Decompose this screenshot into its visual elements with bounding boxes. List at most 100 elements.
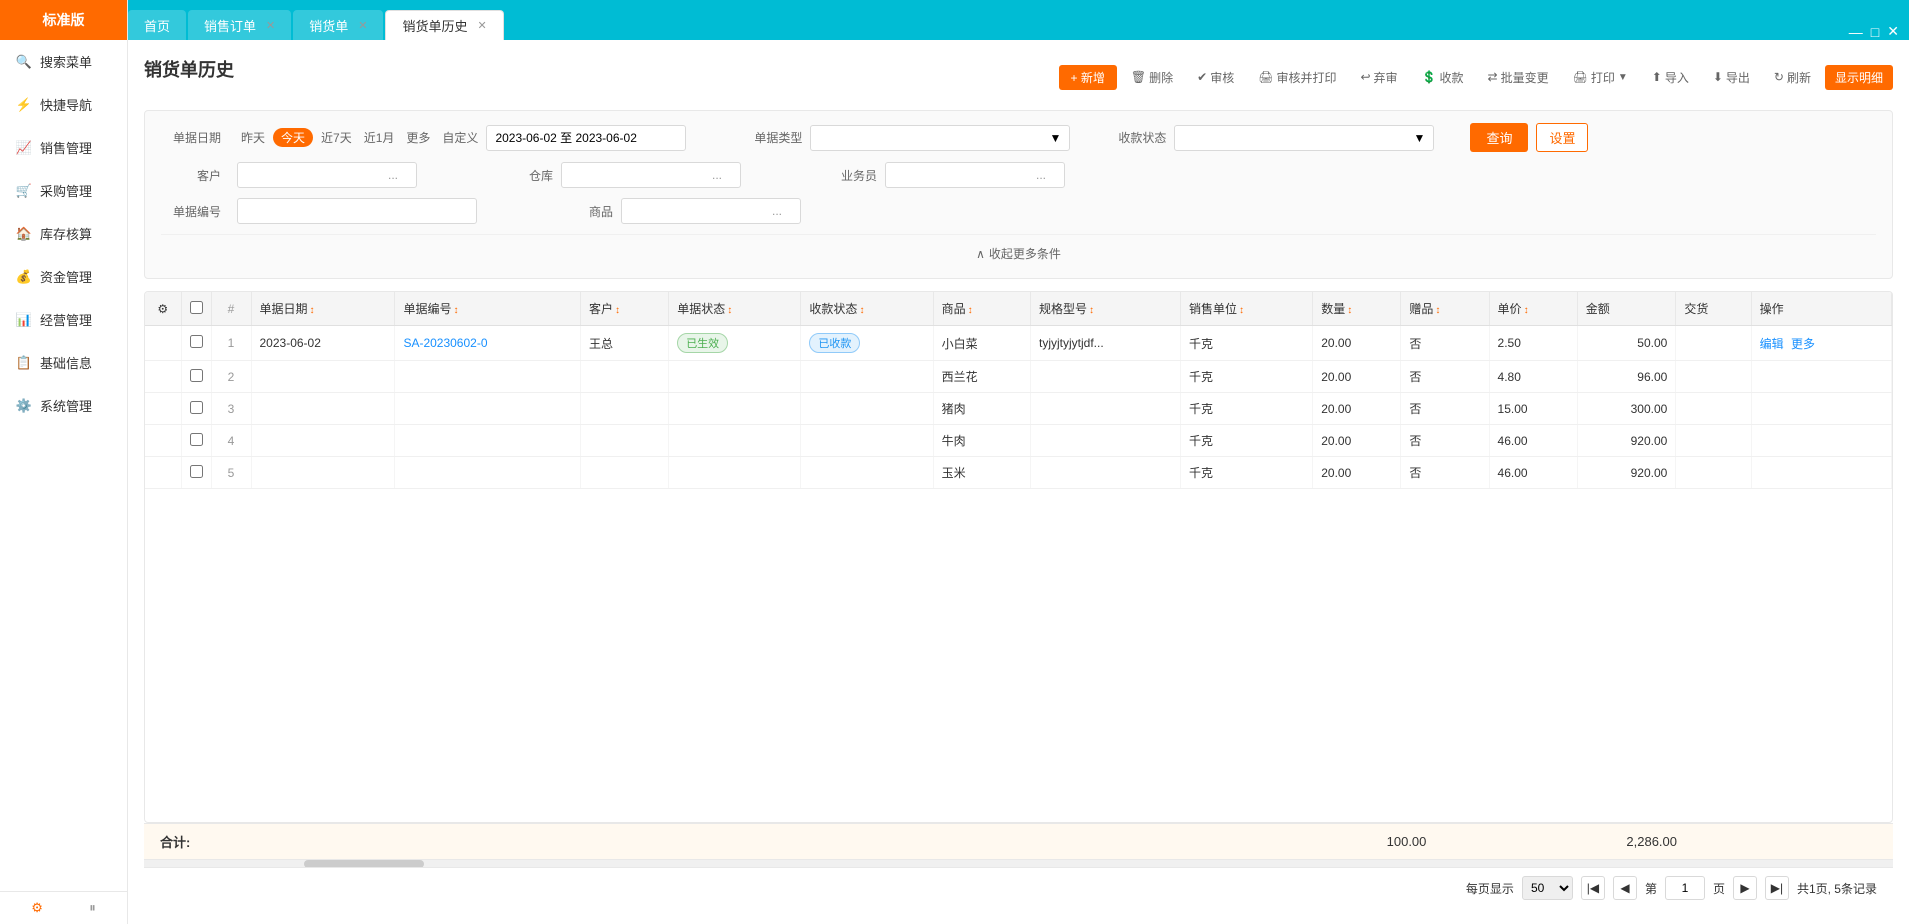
sidebar-item-search-menu[interactable]: 🔍 搜索菜单 bbox=[0, 40, 127, 83]
per-page-select[interactable]: 50 20 100 bbox=[1522, 876, 1573, 900]
shortcut-today[interactable]: 今天 bbox=[273, 128, 313, 147]
sidebar-collapse-icon[interactable]: ⏸ bbox=[89, 900, 96, 916]
current-page-input[interactable] bbox=[1665, 876, 1705, 900]
sidebar-item-operations[interactable]: 📊 经营管理 bbox=[0, 298, 127, 341]
select-all-checkbox[interactable] bbox=[190, 301, 203, 314]
row-doc-status bbox=[669, 393, 801, 425]
customer-input[interactable] bbox=[238, 168, 388, 182]
prev-page-button[interactable]: ◀ bbox=[1613, 876, 1637, 900]
approve-button[interactable]: ✔ 审核 bbox=[1187, 65, 1244, 90]
customer-ellipsis[interactable]: ... bbox=[388, 168, 398, 182]
doc-type-select[interactable]: ▼ bbox=[810, 125, 1070, 151]
row-checkbox-cell[interactable] bbox=[181, 393, 211, 425]
row-checkbox[interactable] bbox=[190, 401, 203, 414]
warehouse-ellipsis[interactable]: ... bbox=[712, 168, 722, 182]
refresh-button[interactable]: ↻ 刷新 bbox=[1764, 65, 1821, 90]
col-unit-price-header[interactable]: 单价↕ bbox=[1489, 292, 1577, 326]
row-goods: 牛肉 bbox=[933, 425, 1030, 457]
row-settings bbox=[145, 361, 181, 393]
row-gift: 否 bbox=[1401, 457, 1489, 489]
row-doc-date bbox=[251, 361, 395, 393]
col-spec-header[interactable]: 规格型号↕ bbox=[1031, 292, 1181, 326]
abandon-button[interactable]: ↩ 弃审 bbox=[1350, 65, 1407, 90]
date-range-input[interactable] bbox=[486, 125, 686, 151]
tab-sales-order[interactable]: 销售订单 ✕ bbox=[188, 10, 291, 40]
row-checkbox-cell[interactable] bbox=[181, 361, 211, 393]
tab-sales-history-close[interactable]: ✕ bbox=[478, 19, 487, 32]
import-button[interactable]: ⬆ 导入 bbox=[1642, 65, 1699, 90]
settings-button[interactable]: 设置 bbox=[1536, 123, 1588, 152]
sidebar-settings-icon[interactable]: ⚙ bbox=[31, 900, 43, 916]
row-unit-price: 2.50 bbox=[1489, 326, 1577, 361]
warehouse-input[interactable] bbox=[562, 168, 712, 182]
col-goods-header[interactable]: 商品↕ bbox=[933, 292, 1030, 326]
collect-button[interactable]: 💲 收款 bbox=[1412, 65, 1474, 90]
col-checkbox-header[interactable] bbox=[181, 292, 211, 326]
last-page-button[interactable]: ▶| bbox=[1765, 876, 1789, 900]
sidebar-item-basic-info[interactable]: 📋 基础信息 bbox=[0, 341, 127, 384]
sort-customer-icon: ↕ bbox=[615, 305, 620, 316]
row-checkbox[interactable] bbox=[190, 335, 203, 348]
more-action[interactable]: 更多 bbox=[1791, 337, 1815, 351]
delete-button[interactable]: 🗑 删除 bbox=[1121, 65, 1183, 90]
row-doc-num[interactable]: SA-20230602-0 bbox=[395, 326, 581, 361]
row-checkbox[interactable] bbox=[190, 433, 203, 446]
col-settings[interactable]: ⚙ bbox=[145, 292, 181, 326]
shortcut-yesterday[interactable]: 昨天 bbox=[237, 128, 269, 147]
row-checkbox-cell[interactable] bbox=[181, 457, 211, 489]
col-doc-status-header[interactable]: 单据状态↕ bbox=[669, 292, 801, 326]
approve-print-button[interactable]: 🖨 审核并打印 bbox=[1248, 65, 1346, 90]
shortcut-more[interactable]: 更多 bbox=[402, 128, 434, 147]
new-button[interactable]: + 新增 bbox=[1059, 65, 1117, 90]
import-icon: ⬆ bbox=[1652, 70, 1662, 84]
goods-ellipsis[interactable]: ... bbox=[772, 204, 782, 218]
tab-minimize-icon[interactable]: — bbox=[1849, 24, 1863, 40]
salesman-input[interactable] bbox=[886, 168, 1036, 182]
tab-sales-goods[interactable]: 销货单 ✕ bbox=[293, 10, 383, 40]
print-button[interactable]: 🖨 打印 ▼ bbox=[1563, 65, 1638, 90]
row-checkbox[interactable] bbox=[190, 369, 203, 382]
pay-status-select[interactable]: ▼ bbox=[1174, 125, 1434, 151]
salesman-ellipsis[interactable]: ... bbox=[1036, 168, 1046, 182]
export-icon: ⬇ bbox=[1713, 70, 1723, 84]
goods-input[interactable] bbox=[622, 204, 772, 218]
shortcut-1month[interactable]: 近1月 bbox=[360, 128, 399, 147]
col-doc-date-header[interactable]: 单据日期↕ bbox=[251, 292, 395, 326]
show-detail-button[interactable]: 显示明细 bbox=[1825, 65, 1893, 90]
shortcut-7days[interactable]: 近7天 bbox=[317, 128, 356, 147]
tab-close-all-icon[interactable]: ✕ bbox=[1887, 23, 1899, 40]
query-button[interactable]: 查询 bbox=[1470, 123, 1528, 152]
tab-maximize-icon[interactable]: □ bbox=[1871, 24, 1879, 40]
col-pay-status-header[interactable]: 收款状态↕ bbox=[801, 292, 933, 326]
row-qty: 20.00 bbox=[1313, 326, 1401, 361]
sidebar-item-sys-mgmt[interactable]: ⚙️ 系统管理 bbox=[0, 384, 127, 427]
sidebar-item-inventory[interactable]: 🏠 库存核算 bbox=[0, 212, 127, 255]
filter-row-1: 单据日期 昨天 今天 近7天 近1月 更多 自定义 单据类型 ▼ bbox=[161, 123, 1876, 152]
col-gift-header[interactable]: 赠品↕ bbox=[1401, 292, 1489, 326]
doc-num-input[interactable] bbox=[237, 198, 477, 224]
row-checkbox[interactable] bbox=[190, 465, 203, 478]
sidebar-item-purchase-mgmt[interactable]: 🛒 采购管理 bbox=[0, 169, 127, 212]
tab-sales-history[interactable]: 销货单历史 ✕ bbox=[385, 10, 503, 40]
sort-doc-status-icon: ↕ bbox=[727, 305, 732, 316]
next-page-button[interactable]: ▶ bbox=[1733, 876, 1757, 900]
batch-change-button[interactable]: ⇄ 批量变更 bbox=[1478, 65, 1559, 90]
col-unit-header[interactable]: 销售单位↕ bbox=[1181, 292, 1313, 326]
sidebar-item-quick-nav[interactable]: ⚡ 快捷导航 bbox=[0, 83, 127, 126]
tab-sales-order-close[interactable]: ✕ bbox=[266, 19, 275, 32]
row-checkbox-cell[interactable] bbox=[181, 425, 211, 457]
col-customer-header[interactable]: 客户↕ bbox=[581, 292, 669, 326]
sidebar-item-fund-mgmt[interactable]: 💰 资金管理 bbox=[0, 255, 127, 298]
tab-sales-goods-close[interactable]: ✕ bbox=[358, 19, 367, 32]
row-checkbox-cell[interactable] bbox=[181, 326, 211, 361]
col-doc-num-header[interactable]: 单据编号↕ bbox=[395, 292, 581, 326]
tab-home[interactable]: 首页 bbox=[128, 10, 186, 40]
edit-action[interactable]: 编辑 bbox=[1760, 337, 1784, 351]
export-button[interactable]: ⬇ 导出 bbox=[1703, 65, 1760, 90]
page-label-pre: 第 bbox=[1645, 880, 1657, 897]
col-qty-header[interactable]: 数量↕ bbox=[1313, 292, 1401, 326]
shortcut-custom[interactable]: 自定义 bbox=[438, 128, 482, 147]
collapse-button[interactable]: ∧ 收起更多条件 bbox=[161, 241, 1876, 266]
first-page-button[interactable]: |◀ bbox=[1581, 876, 1605, 900]
sidebar-item-sales-mgmt[interactable]: 📈 销售管理 bbox=[0, 126, 127, 169]
